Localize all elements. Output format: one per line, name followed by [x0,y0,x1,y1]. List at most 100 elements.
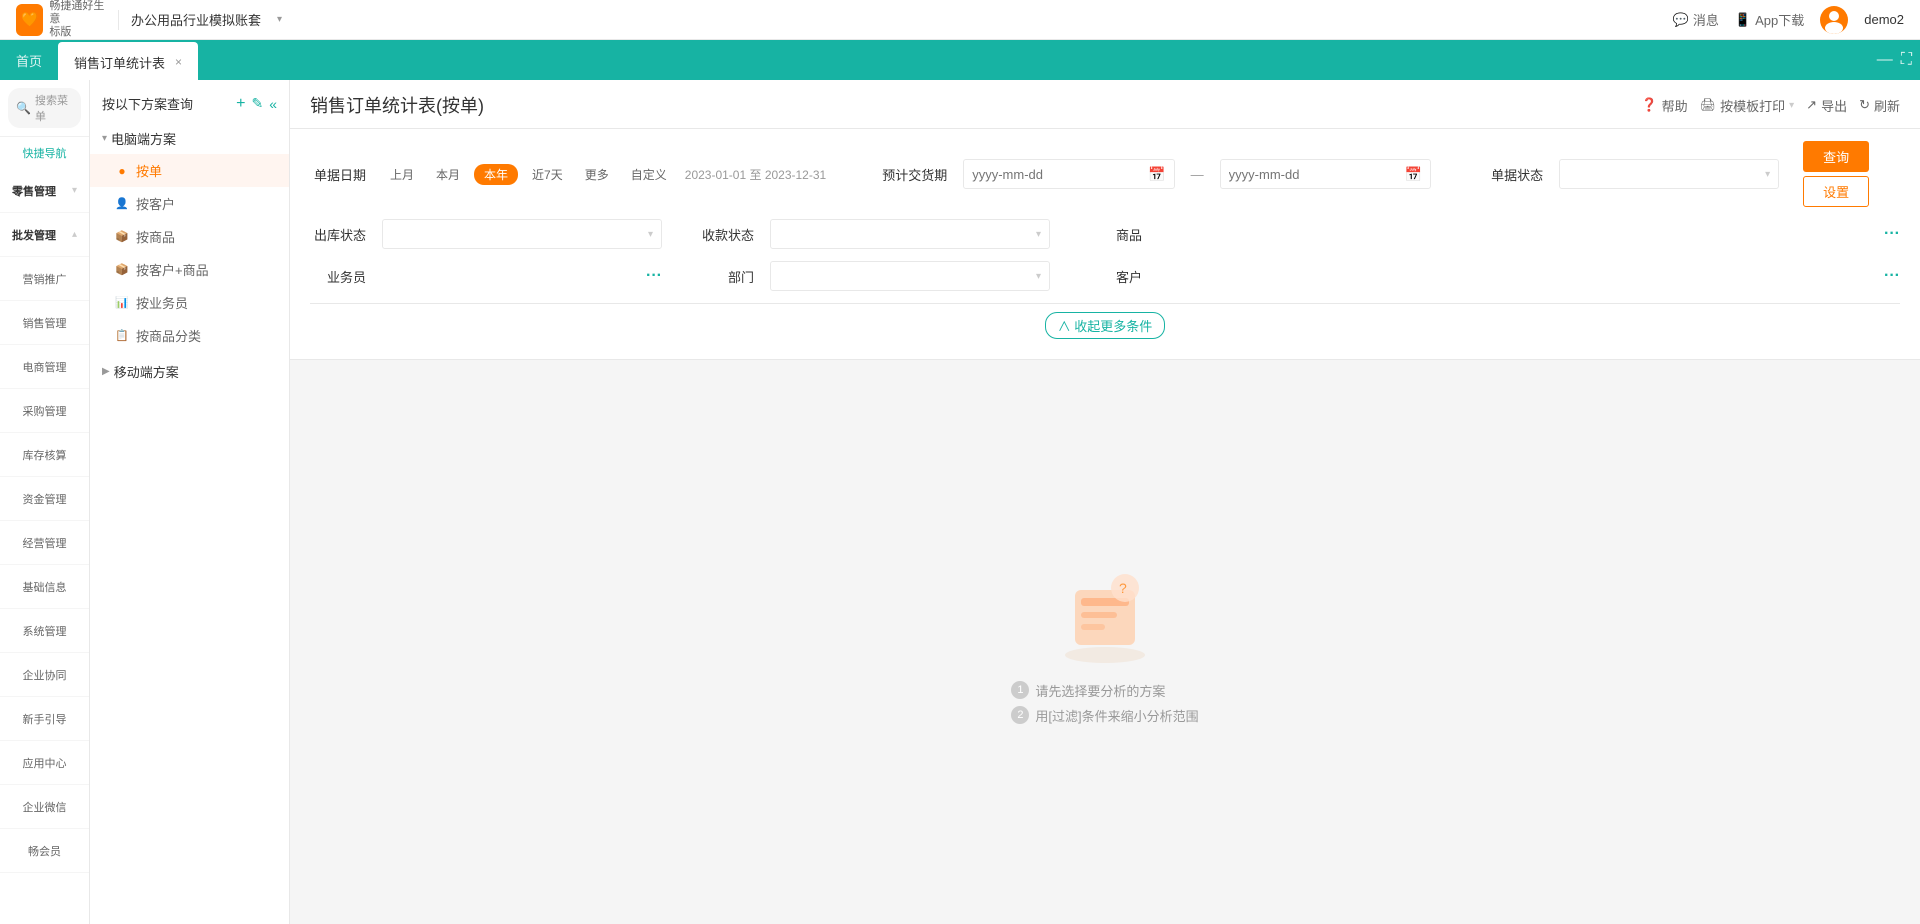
tab-maximize-icon[interactable]: ⛶ [1901,51,1912,69]
date-btn-more[interactable]: 更多 [577,164,617,185]
tree-section-mobile: ▶ 移动端方案 [90,356,289,387]
chevron-up-icon: ▴ [72,229,77,240]
tree-item-by-order[interactable]: ● 按单 [90,154,289,187]
app-download-button[interactable]: 📱 App下载 [1735,10,1804,29]
avatar[interactable] [1820,6,1848,34]
logo-text: 畅捷通好生意 标版 [49,0,106,39]
message-button[interactable]: 💬 消息 [1673,10,1719,29]
customer-more-button[interactable]: ··· [1884,267,1900,285]
sidebar-item-inventory[interactable]: 库存核算 [0,433,89,477]
tab-bar: 首页 销售订单统计表 × — ⛶ [0,40,1920,80]
sidebar-item-purchase[interactable]: 采购管理 [0,389,89,433]
sidebar-item-enterprise[interactable]: 企业协同 [0,653,89,697]
left-panel-header: 按以下方案查询 + ✎ « [90,88,289,119]
sidebar-item-marketing[interactable]: 营销推广 [0,257,89,301]
main-layout: 🔍 搜索菜单 快捷导航 零售管理 ▾ 批发管理 ▴ 营销推广 销售管理 电商管理… [0,80,1920,924]
empty-tips: 1 请先选择要分析的方案 2 用[过滤]条件来缩小分析范围 [1011,681,1198,725]
tree-item-by-staff[interactable]: 📊 按业务员 [90,286,289,319]
tree-expand-icon: ▾ [102,133,107,144]
filter-row-2: 出库状态 ▾ 收款状态 ▾ 商品 ··· [310,219,1900,249]
left-panel-actions: + ✎ « [236,95,277,113]
app-icon: 📱 [1735,12,1751,28]
tree-item-by-customer[interactable]: 👤 按客户 [90,187,289,220]
tree-item-by-goods[interactable]: 📦 按商品 [90,220,289,253]
receipt-status-dropdown[interactable]: ▾ [770,219,1050,249]
top-bar-right: 💬 消息 📱 App下载 demo2 [1673,6,1904,34]
tree-item-by-customer-goods[interactable]: 📦 按客户+商品 [90,253,289,286]
print-icon: 🖨 [1700,97,1717,113]
add-scheme-button[interactable]: + [236,95,245,113]
sidebar-item-ecommerce[interactable]: 电商管理 [0,345,89,389]
sidebar-item-retail[interactable]: 零售管理 ▾ [0,169,89,213]
status-dropdown[interactable]: ▾ [1559,159,1779,189]
sidebar-item-quick-nav[interactable]: 快捷导航 [0,137,89,169]
settings-button[interactable]: 设置 [1803,176,1869,207]
sidebar-item-sales[interactable]: 销售管理 [0,301,89,345]
collapse-conditions-button[interactable]: ∧ 收起更多条件 [1045,312,1166,339]
tab-bar-actions: — ⛶ [1877,51,1920,69]
goods-label: 商品 [1086,225,1142,244]
tab-home[interactable]: 首页 [0,40,58,80]
search-input[interactable]: 🔍 搜索菜单 [8,88,81,128]
goods-icon: 📦 [114,229,130,245]
page-title-row: 销售订单统计表(按单) ❓ 帮助 🖨 按模板打印 ▾ ↗ [310,92,1900,128]
sidebar-item-appcenter[interactable]: 应用中心 [0,741,89,785]
customer-label: 客户 [1086,267,1142,286]
sidebar-search-area[interactable]: 🔍 搜索菜单 [0,80,89,137]
query-button[interactable]: 查询 [1803,141,1869,172]
left-panel: 按以下方案查询 + ✎ « ▾ 电脑端方案 ● 按单 👤 按客 [90,80,290,924]
filter-area: 单据日期 上月 本月 本年 近7天 更多 自定义 2023-01-01 至 20… [290,129,1920,360]
workspace-title: 办公用品行业模拟账套 [131,10,261,29]
tree-item-by-category[interactable]: 📋 按商品分类 [90,319,289,352]
date-btn-custom[interactable]: 自定义 [623,164,675,185]
goods-more-button[interactable]: ··· [1884,225,1900,243]
date-btn-last7days[interactable]: 近7天 [524,164,571,185]
date-range-text: 2023-01-01 至 2023-12-31 [685,166,826,183]
sidebar-item-newuser[interactable]: 新手引导 [0,697,89,741]
staff-icon: 📊 [114,295,130,311]
collapse-panel-button[interactable]: « [269,96,277,112]
date-btn-thismonth[interactable]: 本月 [428,164,468,185]
sidebar-item-system[interactable]: 系统管理 [0,609,89,653]
export-icon: ↗ [1806,97,1817,113]
chevron-down-icon: ▾ [72,185,77,196]
sidebar-item-basic-info[interactable]: 基础信息 [0,565,89,609]
staff-more-button[interactable]: ··· [646,267,662,285]
edit-scheme-button[interactable]: ✎ [251,95,263,112]
empty-illustration: ? [1045,560,1165,673]
workspace-dropdown-icon[interactable]: ▾ [277,14,282,25]
tab-sales-stats[interactable]: 销售订单统计表 × [58,42,198,82]
export-button[interactable]: ↗ 导出 [1806,96,1847,115]
message-icon: 💬 [1673,12,1689,28]
print-button[interactable]: 🖨 按模板打印 ▾ [1700,96,1795,115]
tree-collapse-icon: ▶ [102,366,110,377]
tab-minimize-icon[interactable]: — [1877,51,1893,69]
expected-date-start[interactable]: 📅 [963,159,1174,189]
out-status-label: 出库状态 [310,225,366,244]
status-label: 单据状态 [1487,165,1543,184]
out-status-dropdown[interactable]: ▾ [382,219,662,249]
user-name[interactable]: demo2 [1864,12,1904,27]
top-bar-divider [118,10,119,30]
tree-section-mobile-header[interactable]: ▶ 移动端方案 [90,356,289,387]
refresh-button[interactable]: ↻ 刷新 [1859,96,1900,115]
sidebar: 🔍 搜索菜单 快捷导航 零售管理 ▾ 批发管理 ▴ 营销推广 销售管理 电商管理… [0,80,90,924]
date-label: 单据日期 [310,165,366,184]
sidebar-item-operations[interactable]: 经营管理 [0,521,89,565]
dept-dropdown-icon: ▾ [1036,271,1041,282]
sidebar-item-member[interactable]: 畅会员 [0,829,89,873]
expected-date-label: 预计交货期 [882,165,947,184]
expected-date-end[interactable]: 📅 [1220,159,1431,189]
tree-section-pc-header[interactable]: ▾ 电脑端方案 [90,123,289,154]
sidebar-item-finance[interactable]: 资金管理 [0,477,89,521]
tab-close-icon[interactable]: × [175,55,182,69]
date-btn-thisyear[interactable]: 本年 [474,164,518,185]
dept-dropdown[interactable]: ▾ [770,261,1050,291]
top-bar: 🧡 畅捷通好生意 标版 办公用品行业模拟账套 ▾ 💬 消息 📱 App下载 de… [0,0,1920,40]
out-status-dropdown-icon: ▾ [648,229,653,240]
sidebar-item-wholesale[interactable]: 批发管理 ▴ [0,213,89,257]
help-button[interactable]: ❓ 帮助 [1641,96,1687,115]
logo-icon: 🧡 [16,4,43,36]
sidebar-item-wechat[interactable]: 企业微信 [0,785,89,829]
date-btn-lastmonth[interactable]: 上月 [382,164,422,185]
